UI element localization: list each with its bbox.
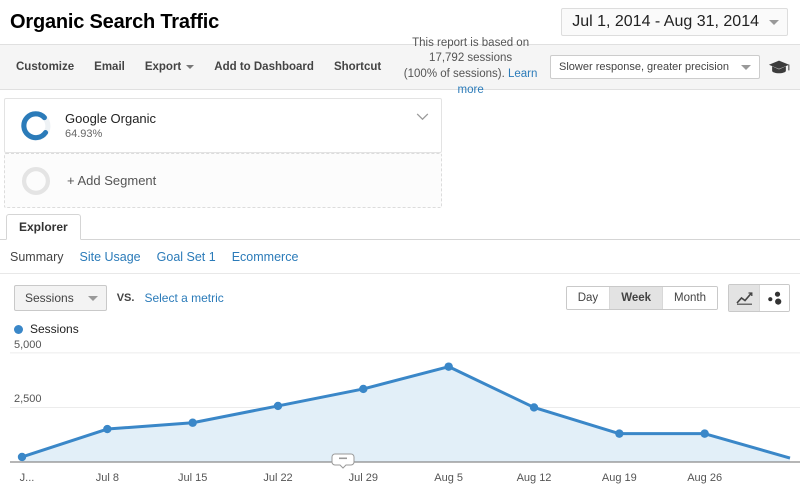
date-range-picker[interactable]: Jul 1, 2014 - Aug 31, 2014 bbox=[561, 8, 788, 36]
x-axis-tick: Aug 26 bbox=[687, 472, 723, 484]
x-axis-tick: Jul 22 bbox=[263, 472, 293, 484]
explorer-tabstrip: Explorer bbox=[0, 214, 800, 240]
segment-area: Google Organic 64.93% + Add Segment bbox=[0, 90, 800, 208]
action-label: Shortcut bbox=[333, 61, 382, 73]
granularity-controls: Day Week Month bbox=[565, 284, 790, 312]
chevron-down-icon bbox=[741, 64, 751, 70]
action-label: Email bbox=[94, 61, 125, 73]
chevron-down-icon[interactable] bbox=[416, 113, 429, 121]
x-axis-tick: Jul 8 bbox=[95, 472, 119, 484]
subtab-site-usage[interactable]: Site Usage bbox=[79, 250, 140, 264]
sampling-select-label: Slower response, greater precision bbox=[559, 61, 729, 73]
chart-type-motion[interactable] bbox=[759, 285, 789, 311]
sessions-chart[interactable]: 5,000 2,500 bbox=[0, 338, 800, 470]
legend-label-sessions: Sessions bbox=[30, 322, 79, 336]
y-axis-tick-5000: 5,000 bbox=[14, 338, 42, 351]
metric-select[interactable]: Sessions bbox=[14, 285, 107, 311]
x-axis-tick: Aug 5 bbox=[434, 472, 464, 484]
annotation-callout-icon bbox=[331, 453, 355, 469]
line-chart-icon bbox=[735, 292, 752, 305]
x-axis-tick: Aug 19 bbox=[601, 472, 637, 484]
chart-plot-area bbox=[10, 352, 800, 469]
granularity-month[interactable]: Month bbox=[662, 287, 717, 309]
segment-google-organic[interactable]: Google Organic 64.93% bbox=[4, 98, 442, 153]
chevron-down-icon bbox=[769, 19, 779, 25]
subtab-ecommerce[interactable]: Ecommerce bbox=[232, 250, 299, 264]
action-label: Export bbox=[144, 61, 182, 73]
chart-type-line[interactable] bbox=[729, 285, 759, 311]
vs-label: VS. bbox=[116, 292, 135, 304]
granularity-day[interactable]: Day bbox=[566, 287, 610, 309]
graduation-cap-icon[interactable] bbox=[768, 56, 790, 78]
subtab-goal-set-1[interactable]: Goal Set 1 bbox=[157, 250, 216, 264]
x-axis-labels: J... Jul 8 Jul 15 Jul 22 Jul 29 Aug 5 Aug 12 Au… bbox=[0, 472, 800, 492]
action-shortcut[interactable]: Shortcut bbox=[324, 61, 391, 73]
y-axis-tick-2500: 2,500 bbox=[14, 393, 42, 406]
segment-name: Google Organic bbox=[65, 111, 157, 126]
action-list: Customize Email Export Add to Dashboard … bbox=[6, 61, 391, 73]
sampling-note-line2: (100% of sessions). bbox=[403, 68, 505, 80]
select-a-metric-link[interactable]: Select a metric bbox=[144, 291, 223, 305]
sampling-note: This report is based on 17,792 sessions … bbox=[391, 36, 550, 98]
sampling-note-line1: This report is based on 17,792 sessions bbox=[412, 36, 530, 65]
x-axis-tick: Aug 12 bbox=[516, 472, 552, 484]
segment-percent: 64.93% bbox=[65, 128, 103, 140]
chevron-down-icon bbox=[186, 65, 195, 69]
chevron-down-icon bbox=[87, 295, 98, 301]
segment-text: Google Organic 64.93% bbox=[65, 111, 156, 140]
action-bar: Customize Email Export Add to Dashboard … bbox=[0, 37, 800, 96]
sampling-controls: Slower response, greater precision bbox=[550, 55, 790, 79]
action-add-to-dashboard[interactable]: Add to Dashboard bbox=[204, 61, 324, 73]
date-range-label: Jul 1, 2014 - Aug 31, 2014 bbox=[572, 13, 759, 30]
legend-dot-sessions bbox=[14, 324, 23, 334]
action-export[interactable]: Export bbox=[135, 61, 204, 73]
action-label: Customize bbox=[16, 61, 75, 73]
action-email[interactable]: Email bbox=[84, 61, 135, 73]
sampling-precision-select[interactable]: Slower response, greater precision bbox=[550, 55, 760, 79]
chart-legend: Sessions bbox=[0, 320, 800, 336]
tab-explorer[interactable]: Explorer bbox=[6, 214, 81, 240]
granularity-button-group: Day Week Month bbox=[565, 286, 718, 310]
page-title: Organic Search Traffic bbox=[10, 10, 220, 33]
chart-controls-row: Sessions VS. Select a metric Day Week Mo… bbox=[0, 274, 800, 320]
add-segment-label: + Add Segment bbox=[67, 173, 157, 188]
empty-circle-icon bbox=[21, 166, 51, 195]
subtab-summary[interactable]: Summary bbox=[10, 250, 63, 264]
motion-chart-icon bbox=[768, 291, 782, 305]
granularity-week[interactable]: Week bbox=[609, 287, 663, 309]
explorer-subtabs: Summary Site Usage Goal Set 1 Ecommerce bbox=[0, 240, 800, 274]
action-label: Add to Dashboard bbox=[214, 61, 314, 73]
action-customize[interactable]: Customize bbox=[6, 61, 84, 73]
metric-controls: Sessions VS. Select a metric bbox=[14, 285, 224, 311]
metric-select-label: Sessions bbox=[25, 291, 74, 305]
x-axis-tick: Jul 29 bbox=[348, 472, 379, 484]
x-axis-tick: Jul 15 bbox=[177, 472, 208, 484]
donut-chart-icon bbox=[21, 110, 51, 140]
chart-type-button-group bbox=[728, 284, 790, 312]
x-axis-tick: J... bbox=[19, 472, 35, 484]
add-segment-button[interactable]: + Add Segment bbox=[4, 153, 442, 208]
